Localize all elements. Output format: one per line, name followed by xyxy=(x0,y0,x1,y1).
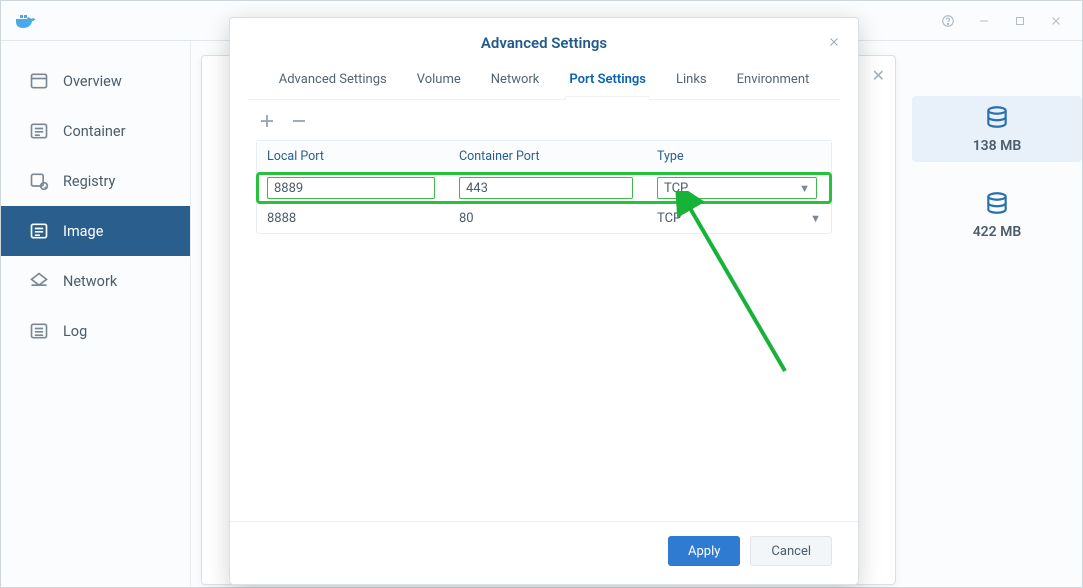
storage-icon xyxy=(984,190,1010,220)
right-panel: 138 MB 422 MB xyxy=(912,41,1082,587)
sidebar-item-label: Log xyxy=(63,323,87,340)
app-window: Overview Container Registry Image xyxy=(0,0,1083,588)
help-button[interactable] xyxy=(934,7,962,35)
cancel-button[interactable]: Cancel xyxy=(750,536,832,566)
storage-value: 138 MB xyxy=(973,138,1022,154)
type-value: TCP xyxy=(664,181,688,196)
sidebar-item-overview[interactable]: Overview xyxy=(1,56,190,106)
add-row-button[interactable] xyxy=(256,110,278,132)
local-port-value: 8888 xyxy=(267,211,296,226)
chevron-down-icon: ▼ xyxy=(810,212,821,225)
close-window-button[interactable] xyxy=(1042,7,1070,35)
sidebar-item-network[interactable]: Network xyxy=(1,256,190,306)
type-value: TCP xyxy=(657,211,681,226)
table-row[interactable]: 8889 443 TCP ▼ xyxy=(257,173,831,203)
main-area: ✕ 138 MB 422 MB Advanced xyxy=(191,41,1082,587)
content-area: Overview Container Registry Image xyxy=(1,41,1082,587)
container-icon xyxy=(29,121,49,141)
maximize-button[interactable] xyxy=(1006,7,1034,35)
log-icon xyxy=(29,321,49,341)
tab-volume[interactable]: Volume xyxy=(402,62,476,99)
apply-button[interactable]: Apply xyxy=(668,536,740,566)
overview-icon xyxy=(29,71,49,91)
table-header: Local Port Container Port Type xyxy=(257,141,831,173)
minimize-button[interactable] xyxy=(970,7,998,35)
modal-footer: Apply Cancel xyxy=(230,521,858,584)
tabs-row: Advanced Settings Volume Network Port Se… xyxy=(248,62,840,100)
advanced-settings-modal: Advanced Settings Advanced Settings Volu… xyxy=(229,17,859,585)
sidebar-item-container[interactable]: Container xyxy=(1,106,190,156)
docker-logo-icon xyxy=(13,9,37,33)
storage-card[interactable]: 422 MB xyxy=(912,182,1082,248)
sidebar-item-log[interactable]: Log xyxy=(1,306,190,356)
sidebar-item-image[interactable]: Image xyxy=(1,206,190,256)
tab-environment[interactable]: Environment xyxy=(722,62,825,99)
type-select[interactable]: TCP ▼ xyxy=(657,177,817,199)
sidebar-item-label: Container xyxy=(63,123,125,140)
modal-title: Advanced Settings xyxy=(481,34,607,52)
table-toolbar xyxy=(230,100,858,138)
back-close-icon[interactable]: ✕ xyxy=(872,66,885,85)
container-port-input[interactable]: 443 xyxy=(459,177,633,199)
tab-links[interactable]: Links xyxy=(661,62,722,99)
port-table: Local Port Container Port Type 8889 443 xyxy=(256,140,832,234)
storage-value: 422 MB xyxy=(973,224,1022,240)
table-row[interactable]: 8888 80 TCP ▼ xyxy=(257,203,831,233)
chevron-down-icon: ▼ xyxy=(799,182,810,195)
sidebar-item-label: Network xyxy=(63,273,117,290)
storage-card[interactable]: 138 MB xyxy=(912,96,1082,162)
sidebar-item-label: Overview xyxy=(63,73,122,90)
network-icon xyxy=(29,271,49,291)
sidebar-item-label: Image xyxy=(63,223,103,240)
remove-row-button[interactable] xyxy=(288,110,310,132)
col-type[interactable]: Type xyxy=(647,141,831,172)
sidebar-item-label: Registry xyxy=(63,173,115,190)
image-icon xyxy=(29,221,49,241)
modal-close-button[interactable] xyxy=(824,32,844,52)
container-port-value: 80 xyxy=(459,211,474,226)
tab-port-settings[interactable]: Port Settings xyxy=(554,62,661,99)
sidebar: Overview Container Registry Image xyxy=(1,41,191,587)
storage-icon xyxy=(984,104,1010,134)
tab-advanced-settings[interactable]: Advanced Settings xyxy=(264,62,402,99)
sidebar-item-registry[interactable]: Registry xyxy=(1,156,190,206)
registry-icon xyxy=(29,171,49,191)
modal-title-row: Advanced Settings xyxy=(230,18,858,62)
local-port-input[interactable]: 8889 xyxy=(267,177,435,199)
col-container-port[interactable]: Container Port xyxy=(449,141,647,172)
tab-network[interactable]: Network xyxy=(476,62,555,99)
table-body: 8889 443 TCP ▼ xyxy=(257,173,831,233)
col-local-port[interactable]: Local Port xyxy=(257,141,449,172)
